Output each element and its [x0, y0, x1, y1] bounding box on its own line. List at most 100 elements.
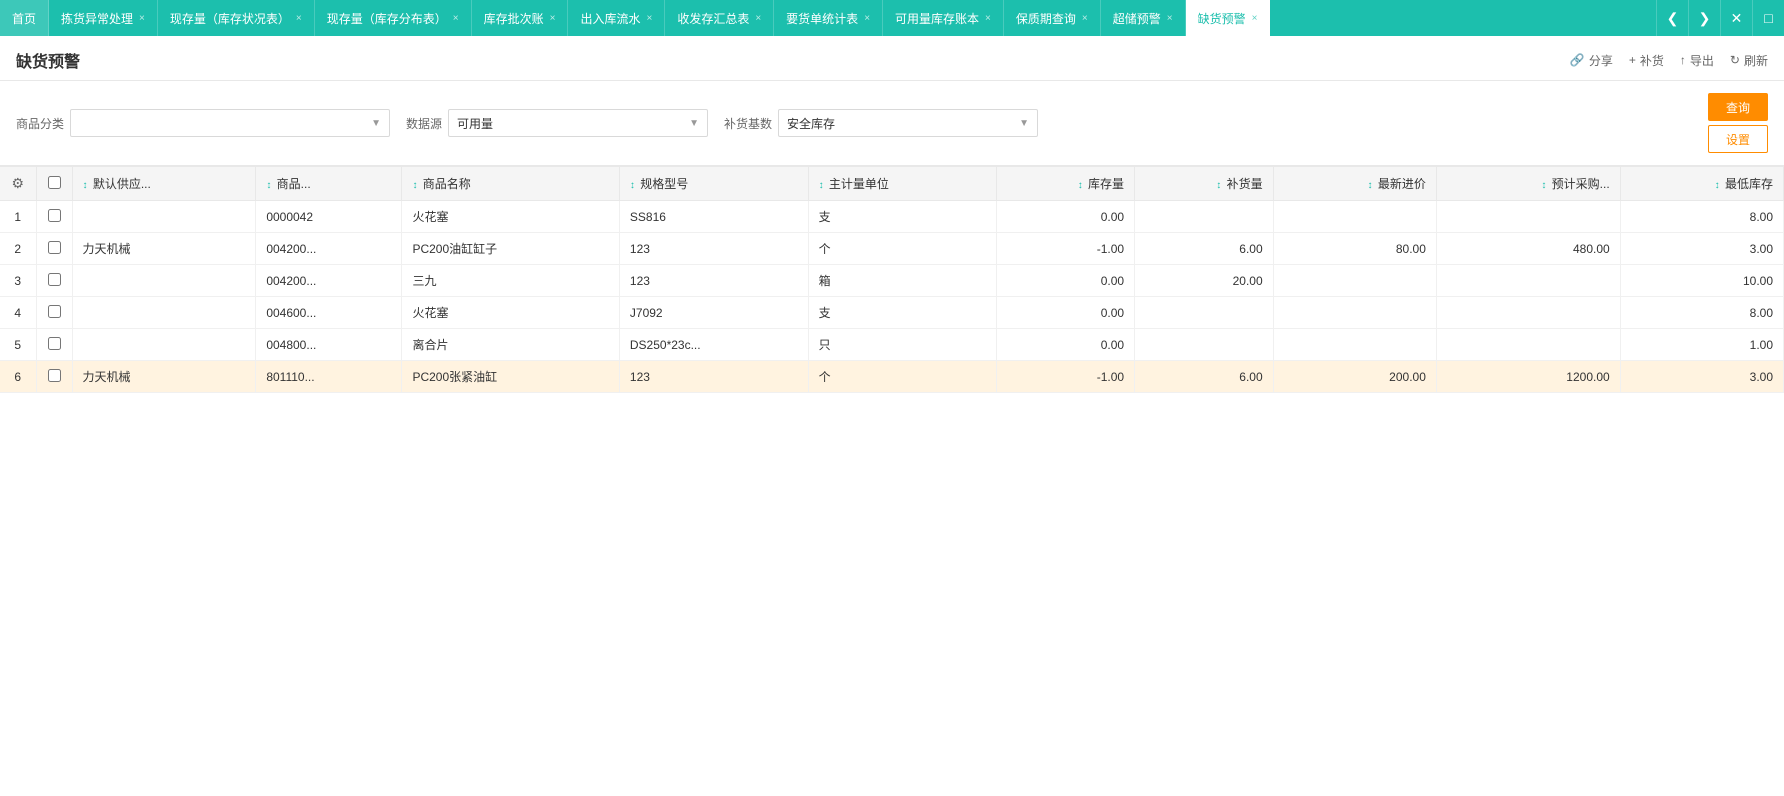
tab-close-exception[interactable]: × [139, 13, 145, 24]
select-all-checkbox[interactable] [48, 176, 61, 189]
row-stock: 0.00 [996, 265, 1135, 297]
row-checkbox[interactable] [48, 273, 61, 286]
row-product-code: 004200... [256, 265, 402, 297]
tab-close-available-ledger[interactable]: × [985, 13, 991, 24]
row-checkbox[interactable] [48, 337, 61, 350]
tab-close-overstock[interactable]: × [1167, 13, 1173, 24]
page-header: 缺货预警 🔗 分享 + 补货 ↑ 导出 ↻ 刷新 [0, 36, 1784, 81]
export-button[interactable]: ↑ 导出 [1680, 52, 1714, 69]
share-button[interactable]: 🔗 分享 [1570, 52, 1613, 69]
nav-next-button[interactable]: ❯ [1688, 0, 1720, 36]
restock-basis-select[interactable]: 安全库存 ▼ [778, 109, 1038, 137]
row-est-purchase [1436, 329, 1620, 361]
nav-fullscreen-button[interactable]: □ [1752, 0, 1784, 36]
nav-tab-home[interactable]: 首页 [0, 0, 49, 36]
row-stock: 0.00 [996, 329, 1135, 361]
tab-close-collect-total[interactable]: × [755, 13, 761, 24]
nav-tab-expiry-query[interactable]: 保质期查询× [1004, 0, 1101, 36]
settings-button[interactable]: 设置 [1708, 125, 1768, 153]
nav-tab-available-ledger[interactable]: 可用量库存账本× [883, 0, 1004, 36]
nav-tab-collect-total[interactable]: 收发存汇总表× [665, 0, 774, 36]
column-min-stock[interactable]: ↕ 最低库存 [1620, 167, 1783, 201]
datasource-select[interactable]: 可用量 ▼ [448, 109, 708, 137]
row-checkbox[interactable] [48, 369, 61, 382]
row-checkbox[interactable] [48, 305, 61, 318]
row-checkbox-cell [36, 265, 72, 297]
sort-icon-restock: ↕ [1216, 180, 1221, 191]
tab-close-stock-status[interactable]: × [296, 13, 302, 24]
row-supplier [72, 329, 256, 361]
column-product-name[interactable]: ↕ 商品名称 [402, 167, 619, 201]
nav-tab-order-stats[interactable]: 要货单统计表× [774, 0, 883, 36]
nav-prev-button[interactable]: ❮ [1656, 0, 1688, 36]
restock-button[interactable]: + 补货 [1629, 52, 1664, 69]
row-supplier: 力天机械 [72, 361, 256, 393]
column-checkbox [36, 167, 72, 201]
row-restock-qty: 20.00 [1135, 265, 1274, 297]
column-unit[interactable]: ↕ 主计量单位 [808, 167, 996, 201]
nav-tab-stock-dist[interactable]: 现存量（库存分布表）× [315, 0, 472, 36]
tab-close-batch-account[interactable]: × [550, 13, 556, 24]
row-restock-qty [1135, 297, 1274, 329]
row-checkbox-cell [36, 233, 72, 265]
table-container: ⚙ ↕ 默认供应... ↕ 商品... ↕ 商品名称 [0, 166, 1784, 393]
table-row: 2 力天机械 004200... PC200油缸缸子 123 个 -1.00 6… [0, 233, 1784, 265]
tab-close-inout-flow[interactable]: × [646, 13, 652, 24]
query-button[interactable]: 查询 [1708, 93, 1768, 121]
table-row: 5 004800... 离合片 DS250*23c... 只 0.00 1.00 [0, 329, 1784, 361]
tab-close-shortage[interactable]: × [1252, 13, 1258, 24]
row-checkbox-cell [36, 361, 72, 393]
restock-icon: + [1629, 53, 1636, 67]
row-product-code: 004600... [256, 297, 402, 329]
tab-close-order-stats[interactable]: × [864, 13, 870, 24]
column-default-supplier[interactable]: ↕ 默认供应... [72, 167, 256, 201]
row-checkbox[interactable] [48, 241, 61, 254]
nav-tab-exception[interactable]: 拣货异常处理× [49, 0, 158, 36]
column-restock-qty[interactable]: ↕ 补货量 [1135, 167, 1274, 201]
nav-tab-inout-flow[interactable]: 出入库流水× [568, 0, 665, 36]
category-select[interactable]: ▼ [70, 109, 390, 137]
sort-icon-unit: ↕ [819, 180, 824, 191]
refresh-button[interactable]: ↻ 刷新 [1730, 52, 1768, 69]
row-product-code: 0000042 [256, 201, 402, 233]
sort-icon-price: ↕ [1368, 180, 1373, 191]
column-spec[interactable]: ↕ 规格型号 [619, 167, 808, 201]
row-supplier: 力天机械 [72, 233, 256, 265]
row-product-code: 801110... [256, 361, 402, 393]
nav-close-button[interactable]: ✕ [1720, 0, 1752, 36]
row-checkbox[interactable] [48, 209, 61, 222]
row-product-name: 火花塞 [402, 297, 619, 329]
row-index: 5 [0, 329, 36, 361]
row-min-stock: 10.00 [1620, 265, 1783, 297]
column-product-code[interactable]: ↕ 商品... [256, 167, 402, 201]
nav-tab-overstock[interactable]: 超储预警× [1101, 0, 1186, 36]
tab-close-stock-dist[interactable]: × [453, 13, 459, 24]
restock-basis-value: 安全库存 [787, 115, 835, 132]
restock-basis-label: 补货基数 [724, 115, 772, 132]
row-latest-price [1273, 265, 1436, 297]
column-est-purchase[interactable]: ↕ 预计采购... [1436, 167, 1620, 201]
category-label: 商品分类 [16, 115, 64, 132]
column-latest-price[interactable]: ↕ 最新进价 [1273, 167, 1436, 201]
row-stock: 0.00 [996, 201, 1135, 233]
nav-tab-stock-status[interactable]: 现存量（库存状况表）× [158, 0, 315, 36]
row-est-purchase [1436, 265, 1620, 297]
category-filter-group: 商品分类 ▼ [16, 109, 390, 137]
nav-tab-shortage[interactable]: 缺货预警× [1186, 0, 1271, 36]
row-spec: J7092 [619, 297, 808, 329]
column-gear: ⚙ [0, 167, 36, 201]
row-product-name: PC200油缸缸子 [402, 233, 619, 265]
row-min-stock: 8.00 [1620, 297, 1783, 329]
row-product-name: 三九 [402, 265, 619, 297]
datasource-label: 数据源 [406, 115, 442, 132]
row-spec: 123 [619, 361, 808, 393]
filter-actions: 查询 设置 [1708, 93, 1768, 153]
row-restock-qty [1135, 201, 1274, 233]
tab-close-expiry-query[interactable]: × [1082, 13, 1088, 24]
column-stock[interactable]: ↕ 库存量 [996, 167, 1135, 201]
nav-tab-batch-account[interactable]: 库存批次账× [472, 0, 569, 36]
row-unit: 支 [808, 201, 996, 233]
row-latest-price [1273, 329, 1436, 361]
row-index: 1 [0, 201, 36, 233]
gear-icon[interactable]: ⚙ [11, 175, 24, 191]
